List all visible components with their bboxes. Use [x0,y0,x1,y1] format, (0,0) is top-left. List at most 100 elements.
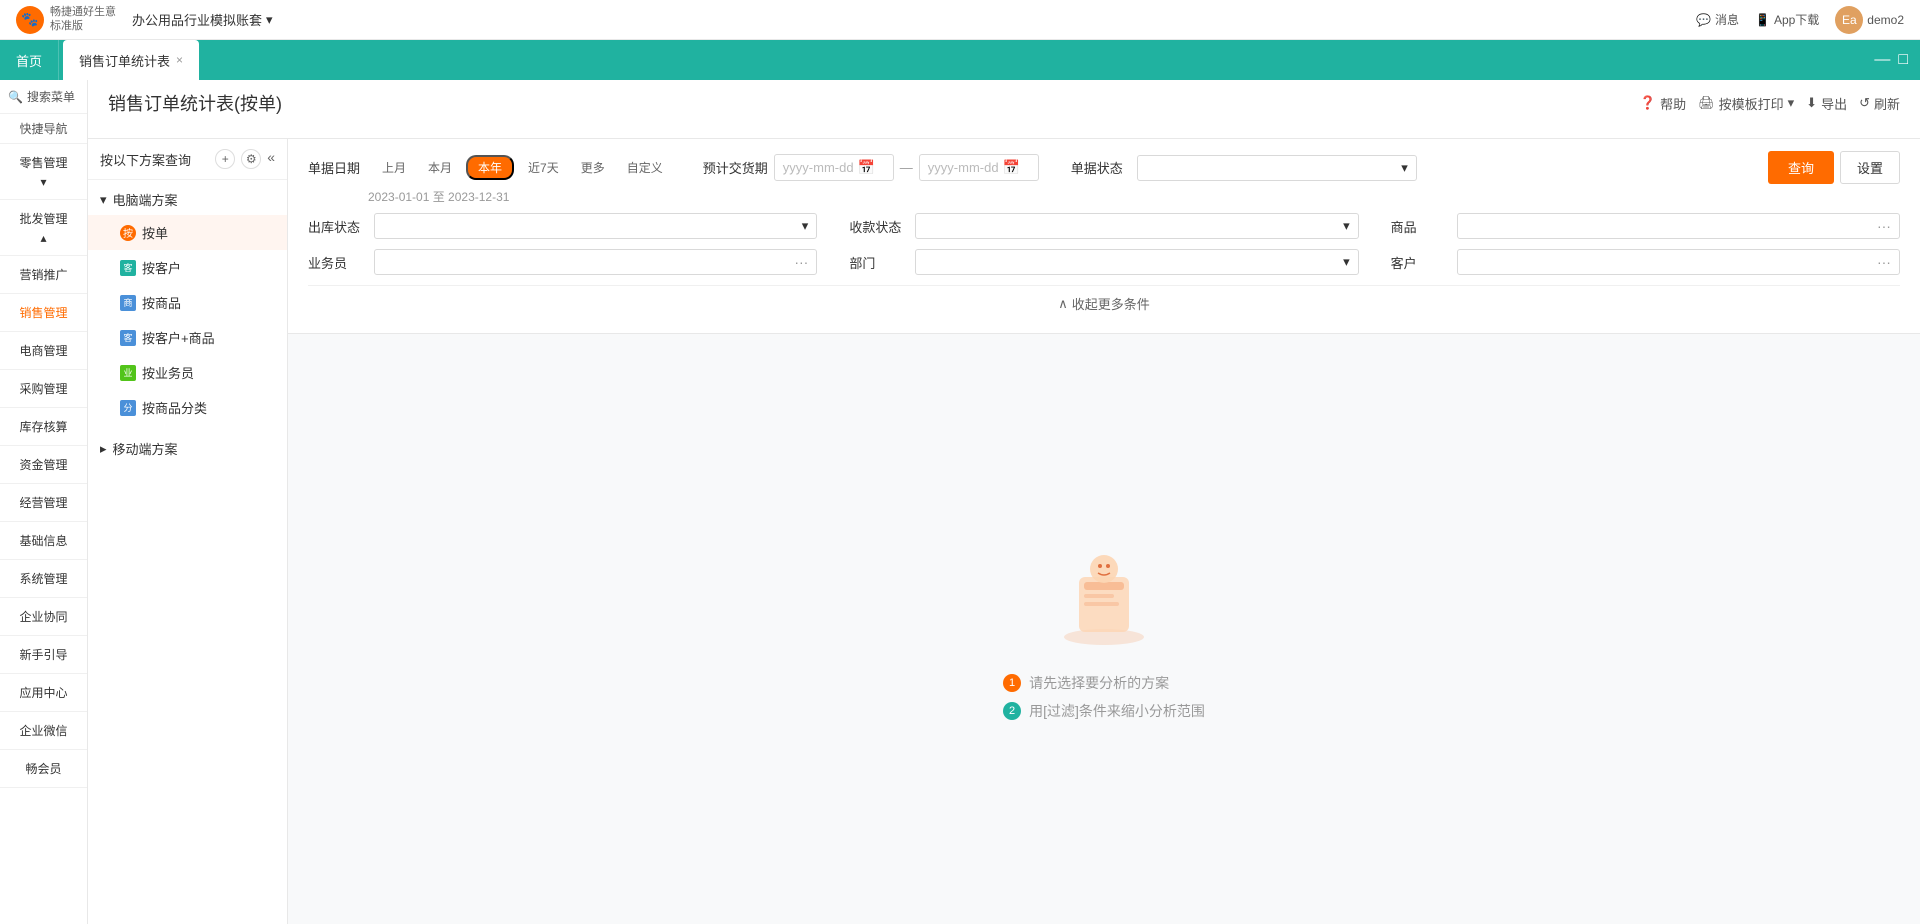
expected-date-end-input[interactable]: yyyy-mm-dd 📅 [919,154,1039,181]
status-chevron-icon: ▾ [1401,160,1408,176]
sidebar-item-retail[interactable]: 零售管理 ▾ [0,144,87,200]
page-title-area: 销售订单统计表(按单) ❓ 帮助 🖨 按模板打印 ▾ ⬇ 导出 ↺ 刷新 [88,80,1920,139]
customer-ellipsis-icon[interactable]: ··· [1877,254,1891,270]
status-filter-group: 单据状态 ▾ [1071,155,1417,181]
scheme-icon-goods-category: 分 [120,400,136,416]
sidebar-shortcut[interactable]: 快捷导航 [0,114,87,144]
print-icon: 🖨 [1698,95,1715,111]
collapse-icon: ∧ [1058,296,1068,312]
scheme-header-actions: + ⚙ « [215,149,275,169]
goods-select[interactable]: ··· [1457,213,1900,239]
refresh-action[interactable]: ↺ 刷新 [1859,94,1900,113]
sidebar-item-purchase[interactable]: 采购管理 [0,370,87,408]
date-end-calendar-icon[interactable]: 📅 [1003,159,1020,176]
print-chevron-icon: ▾ [1788,95,1795,111]
date-filter-group: 单据日期 上月 本月 本年 近7天 更多 自定义 [308,155,671,180]
sidebar-item-basic[interactable]: 基础信息 [0,522,87,560]
query-button[interactable]: 查询 [1768,151,1834,184]
content-area: 销售订单统计表(按单) ❓ 帮助 🖨 按模板打印 ▾ ⬇ 导出 ↺ 刷新 [88,80,1920,924]
scheme-mobile-group-header[interactable]: ▸ 移动端方案 [88,433,287,464]
scheme-icon-order: 按 [120,225,136,241]
scheme-item-by-goods-category[interactable]: 分 按商品分类 [88,390,287,425]
sidebar-item-finance[interactable]: 资金管理 [0,446,87,484]
scheme-mobile-group: ▸ 移动端方案 [88,429,287,468]
sidebar-item-enterprise[interactable]: 企业协同 [0,598,87,636]
tab-bar: 首页 销售订单统计表 × — □ [0,40,1920,80]
salesperson-select[interactable]: ··· [374,249,817,275]
filter-row-2: 出库状态 ▾ 收款状态 ▾ [308,213,1900,239]
customer-select[interactable]: ··· [1457,249,1900,275]
scheme-icon-salesperson: 业 [120,365,136,381]
settings-button[interactable]: 设置 [1840,151,1900,184]
date-range-display: 2023-01-01 至 2023-12-31 [368,188,1900,205]
sidebar-item-wholesale[interactable]: 批发管理 ▴ [0,200,87,256]
date-7days-btn[interactable]: 近7天 [520,157,567,178]
sidebar-item-inventory[interactable]: 库存核算 [0,408,87,446]
tab-home[interactable]: 首页 [0,40,59,80]
empty-illustration [1044,537,1164,657]
goods-ellipsis-icon[interactable]: ··· [1877,218,1891,234]
tab-close-icon[interactable]: × [176,53,183,67]
sidebar-item-wechat[interactable]: 企业微信 [0,712,87,750]
sidebar-item-member[interactable]: 畅会员 [0,750,87,788]
salesperson-ellipsis-icon[interactable]: ··· [794,254,808,270]
tab-sales-order[interactable]: 销售订单统计表 × [63,40,199,80]
minimize-btn[interactable]: — [1874,51,1890,69]
scheme-pc-group: ▾ 电脑端方案 按 按单 客 按客户 商 [88,180,287,429]
top-bar-right: 💬 消息 📱 App下载 Ea demo2 [1696,6,1904,34]
sidebar-search[interactable]: 🔍 搜索菜单 [0,80,87,114]
date-start-calendar-icon[interactable]: 📅 [858,159,875,176]
date-custom-btn[interactable]: 自定义 [619,157,671,178]
date-cur-year-btn[interactable]: 本年 [466,155,514,180]
scheme-item-by-order[interactable]: 按 按单 [88,215,287,250]
tab-bar-actions: — □ [1862,51,1920,69]
dept-select[interactable]: ▾ [915,249,1358,275]
tip-num-1: 1 [1003,674,1021,692]
scheme-icon-customer-goods: 客 [120,330,136,346]
top-bar: 🐾 畅捷通好生意 标准版 办公用品行业模拟账套 ▾ 💬 消息 📱 App下载 E… [0,0,1920,40]
tip-num-2: 2 [1003,702,1021,720]
user-action[interactable]: Ea demo2 [1835,6,1904,34]
sidebar-item-system[interactable]: 系统管理 [0,560,87,598]
sidebar-item-sales[interactable]: 销售管理 [0,294,87,332]
payment-filter: 收款状态 ▾ [849,213,1358,239]
split-layout: 按以下方案查询 + ⚙ « ▾ 电脑端方案 [88,139,1920,924]
app-download-action[interactable]: 📱 App下载 [1755,11,1819,28]
help-action[interactable]: ❓ 帮助 [1640,94,1686,113]
expected-date-group: 预计交货期 yyyy-mm-dd 📅 — yyyy-mm-dd 📅 [703,154,1039,181]
workspace-chevron-icon: ▾ [266,12,273,28]
refresh-icon: ↺ [1859,95,1870,111]
help-icon: ❓ [1640,95,1656,111]
scheme-add-btn[interactable]: + [215,149,235,169]
export-action[interactable]: ⬇ 导出 [1806,94,1847,113]
sidebar-item-operations[interactable]: 经营管理 [0,484,87,522]
workspace-selector[interactable]: 办公用品行业模拟账套 ▾ [124,10,281,29]
scheme-collapse-btn[interactable]: « [267,149,275,169]
expected-date-start-input[interactable]: yyyy-mm-dd 📅 [774,154,894,181]
scheme-item-by-salesperson[interactable]: 业 按业务员 [88,355,287,390]
collapse-bar[interactable]: ∧ 收起更多条件 [308,285,1900,321]
message-action[interactable]: 💬 消息 [1696,11,1739,28]
date-more-btn[interactable]: 更多 [573,157,613,178]
sidebar-item-guide[interactable]: 新手引导 [0,636,87,674]
page-title: 销售订单统计表(按单) [108,90,282,128]
date-prev-month-btn[interactable]: 上月 [374,157,414,178]
page-actions: ❓ 帮助 🖨 按模板打印 ▾ ⬇ 导出 ↺ 刷新 [1640,94,1900,125]
sidebar-item-marketing[interactable]: 营销推广 [0,256,87,294]
date-dash: — [900,160,913,175]
scheme-pc-group-header[interactable]: ▾ 电脑端方案 [88,184,287,215]
sidebar-item-ecommerce[interactable]: 电商管理 [0,332,87,370]
filter-row-1: 单据日期 上月 本月 本年 近7天 更多 自定义 预计交货期 [308,151,1900,184]
dept-filter: 部门 ▾ [849,249,1358,275]
scheme-item-by-goods[interactable]: 商 按商品 [88,285,287,320]
scheme-item-by-customer-goods[interactable]: 客 按客户+商品 [88,320,287,355]
scheme-item-by-customer[interactable]: 客 按客户 [88,250,287,285]
date-cur-month-btn[interactable]: 本月 [420,157,460,178]
status-select[interactable]: ▾ [1137,155,1417,181]
maximize-btn[interactable]: □ [1898,51,1908,69]
scheme-settings-btn[interactable]: ⚙ [241,149,261,169]
payment-select[interactable]: ▾ [915,213,1358,239]
sidebar-item-apps[interactable]: 应用中心 [0,674,87,712]
delivery-select[interactable]: ▾ [374,213,817,239]
print-action[interactable]: 🖨 按模板打印 ▾ [1698,94,1794,113]
